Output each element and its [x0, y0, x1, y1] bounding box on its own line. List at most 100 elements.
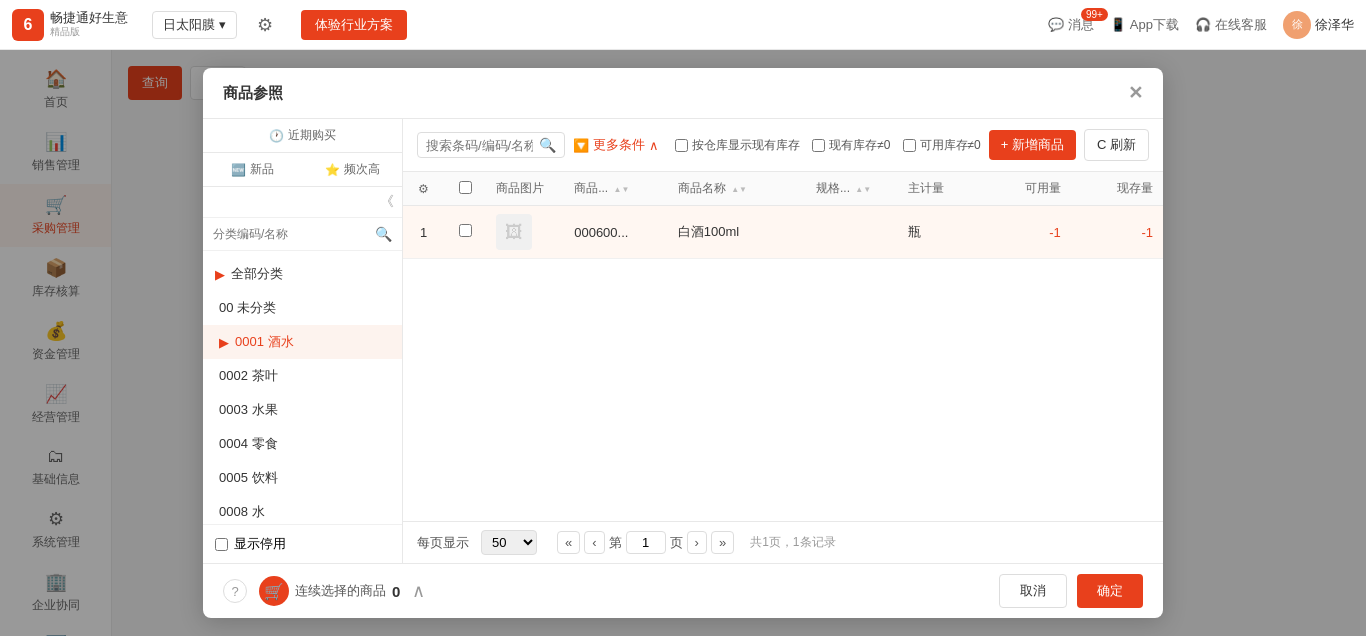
category-0003-label: 0003 水果	[219, 401, 278, 419]
table-row[interactable]: 1 🖼 000600... 白酒100ml 瓶	[403, 206, 1163, 259]
col-header-spec[interactable]: 规格... ▲▼	[806, 172, 898, 206]
add-product-button[interactable]: + 新增商品	[989, 130, 1076, 160]
footer-actions: 取消 确定	[999, 574, 1143, 608]
category-00-label: 00 未分类	[219, 299, 276, 317]
row-stock: -1	[1071, 206, 1163, 259]
category-item-0001[interactable]: ▶ 0001 酒水	[203, 325, 402, 359]
category-item-00[interactable]: 00 未分类	[203, 291, 402, 325]
quick-tabs: 🕐 近期购买	[203, 119, 402, 153]
refresh-button[interactable]: C 刷新	[1084, 129, 1149, 161]
col-header-unit[interactable]: 主计量	[898, 172, 979, 206]
product-table-wrap: ⚙ 商品图片 商品... ▲▼ 商品名称	[403, 172, 1163, 521]
page-summary: 共1页，1条记录	[750, 534, 835, 551]
left-panel: 🕐 近期购买 🆕 新品 ⭐ 频次高	[203, 119, 403, 563]
category-item-0002[interactable]: 0002 茶叶	[203, 359, 402, 393]
selected-count: 0	[392, 583, 400, 600]
row-checkbox-cell[interactable]	[444, 206, 485, 259]
modal-footer: ? 🛒 连续选择的商品 0 ∧ 取消 确定	[203, 563, 1163, 618]
row-checkbox[interactable]	[459, 224, 472, 237]
by-warehouse-label: 按仓库显示现有库存	[692, 137, 800, 154]
filter-chevron-icon: ∧	[649, 138, 659, 153]
category-item-0004[interactable]: 0004 零食	[203, 427, 402, 461]
help-button[interactable]: ?	[223, 579, 247, 603]
stock-nonzero-checkbox[interactable]	[812, 139, 825, 152]
tab-freq-label: 频次高	[344, 161, 380, 178]
service-label: 在线客服	[1215, 16, 1267, 34]
logo-icon: 6	[12, 9, 44, 41]
trial-button[interactable]: 体验行业方案	[301, 10, 407, 40]
store-selector[interactable]: 日太阳膜 ▾	[152, 11, 237, 39]
cancel-button[interactable]: 取消	[999, 574, 1067, 608]
col-header-gear[interactable]: ⚙	[403, 172, 444, 206]
select-all-checkbox[interactable]	[459, 181, 472, 194]
collapse-button[interactable]: 《	[203, 187, 402, 218]
online-service-button[interactable]: 🎧 在线客服	[1195, 16, 1267, 34]
col-header-stock[interactable]: 现存量	[1071, 172, 1163, 206]
modal-close-button[interactable]: ✕	[1128, 82, 1143, 104]
cart-icon: 🛒	[259, 576, 289, 606]
settings-button[interactable]: ⚙	[249, 9, 281, 41]
product-search-icon[interactable]: 🔍	[539, 137, 556, 153]
user-menu[interactable]: 徐 徐泽华	[1283, 11, 1354, 39]
col-header-avail[interactable]: 可用量	[979, 172, 1071, 206]
last-page-button[interactable]: »	[711, 531, 734, 554]
navbar: 6 畅捷通好生意 精品版 日太阳膜 ▾ ⚙ 体验行业方案 💬 消息 99+ 📱 …	[0, 0, 1366, 50]
tab-recent[interactable]: 🕐 近期购买	[203, 119, 402, 152]
avail-nonzero-checkbox[interactable]	[903, 139, 916, 152]
page-number-input[interactable]	[626, 531, 666, 554]
checkbox-avail-nonzero[interactable]: 可用库存≠0	[903, 137, 981, 154]
col-stock-label: 现存量	[1117, 181, 1153, 195]
filter-checkboxes: 按仓库显示现有库存 现有库存≠0 可用库存≠0	[675, 137, 981, 154]
collapse-icon: 《	[380, 193, 394, 211]
more-conditions-label: 更多条件	[593, 136, 645, 154]
new-icon: 🆕	[231, 163, 246, 177]
add-product-label: + 新增商品	[1001, 136, 1064, 154]
row-unit: 瓶	[898, 206, 979, 259]
col-header-code[interactable]: 商品... ▲▼	[564, 172, 668, 206]
tab-freq[interactable]: ⭐ 频次高	[303, 153, 403, 186]
product-search-input[interactable]	[426, 138, 533, 153]
page-size-select[interactable]: 50 10 20 100	[481, 530, 537, 555]
checkbox-stock-nonzero[interactable]: 现有库存≠0	[812, 137, 890, 154]
app-download-button[interactable]: 📱 App下载	[1110, 16, 1179, 34]
next-page-button[interactable]: ›	[687, 531, 707, 554]
tab-recent-label: 近期购买	[288, 127, 336, 144]
sort-spec-icon: ▲▼	[855, 186, 871, 194]
category-0005-label: 0005 饮料	[219, 469, 278, 487]
pagination-bar: 每页显示 50 10 20 100 « ‹ 第	[403, 521, 1163, 563]
category-search-bar: 🔍	[203, 218, 402, 251]
message-button[interactable]: 💬 消息 99+	[1048, 16, 1094, 34]
row-num: 1	[403, 206, 444, 259]
tab-new[interactable]: 🆕 新品	[203, 153, 303, 186]
by-warehouse-checkbox[interactable]	[675, 139, 688, 152]
product-search-wrap: 🔍	[417, 132, 565, 158]
logo-sub: 精品版	[50, 25, 128, 39]
content-area: 查询 设置 商品参照 ✕ 🕐	[112, 50, 1366, 636]
prev-page-button[interactable]: ‹	[584, 531, 604, 554]
col-header-check[interactable]	[444, 172, 485, 206]
checkbox-by-warehouse[interactable]: 按仓库显示现有库存	[675, 137, 800, 154]
category-item-all[interactable]: ▶ 全部分类	[203, 257, 402, 291]
col-avail-label: 可用量	[1025, 181, 1061, 195]
category-search-icon[interactable]: 🔍	[375, 226, 392, 242]
first-page-button[interactable]: «	[557, 531, 580, 554]
col-header-name[interactable]: 商品名称 ▲▼	[668, 172, 806, 206]
more-conditions-button[interactable]: 🔽 更多条件 ∧	[573, 136, 659, 154]
category-0002-label: 0002 茶叶	[219, 367, 278, 385]
category-search-input[interactable]	[213, 227, 369, 241]
category-item-0005[interactable]: 0005 饮料	[203, 461, 402, 495]
category-item-0008[interactable]: 0008 水	[203, 495, 402, 524]
show-disabled-checkbox[interactable]	[215, 538, 228, 551]
row-name: 白酒100ml	[668, 206, 806, 259]
filter-bar: 🔍 🔽 更多条件 ∧ 按仓库显示现有库存	[403, 119, 1163, 172]
row-spec	[806, 206, 898, 259]
col-name-label: 商品名称	[678, 181, 726, 195]
all-category-label: 全部分类	[231, 265, 283, 283]
right-panel: 🔍 🔽 更多条件 ∧ 按仓库显示现有库存	[403, 119, 1163, 563]
category-item-0003[interactable]: 0003 水果	[203, 393, 402, 427]
confirm-button[interactable]: 确定	[1077, 574, 1143, 608]
logo: 6 畅捷通好生意 精品版	[12, 9, 128, 41]
message-icon: 💬	[1048, 17, 1064, 32]
footer-collapse-button[interactable]: ∧	[412, 580, 425, 602]
row-img: 🖼	[486, 206, 564, 259]
